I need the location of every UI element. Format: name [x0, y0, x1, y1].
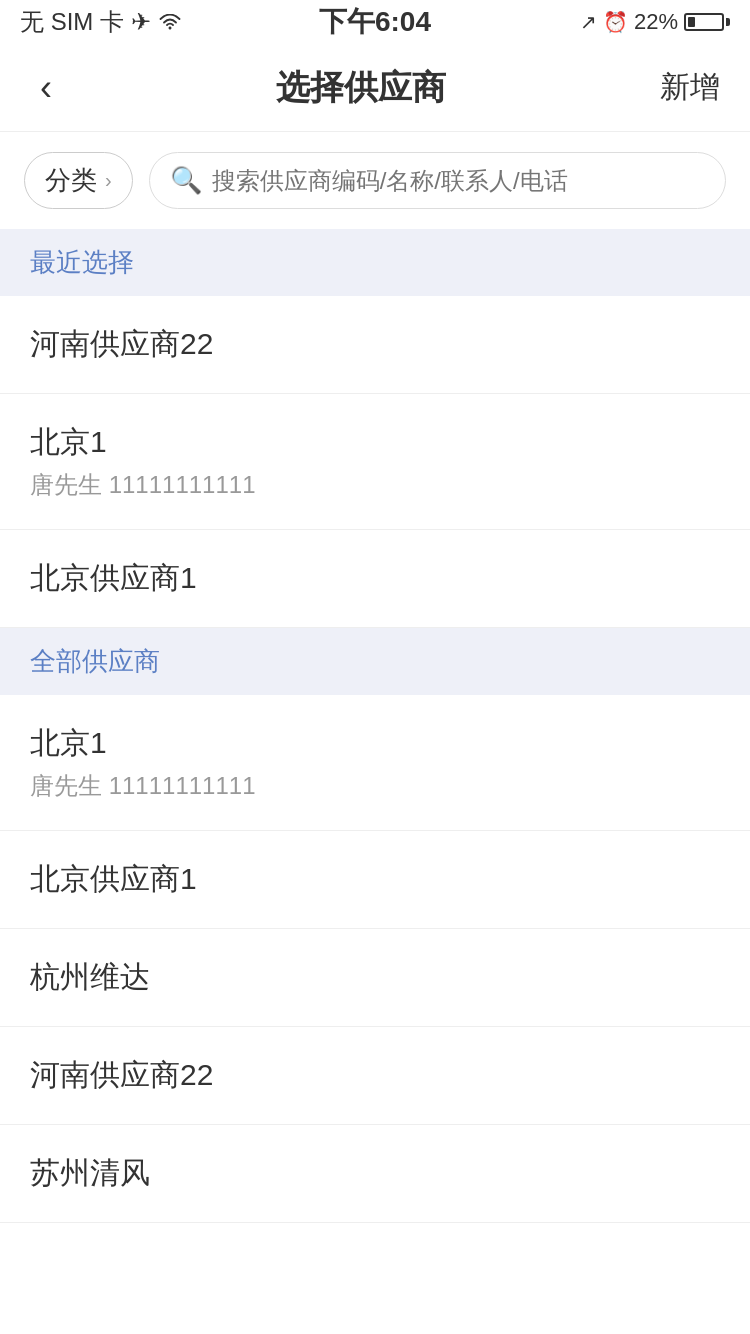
section-header-recent: 最近选择 [0, 229, 750, 296]
list-item[interactable]: 北京1 唐先生 11111111111 [0, 695, 750, 831]
filter-bar: 分类 › 🔍 [0, 132, 750, 229]
nav-bar: ‹ 选择供应商 新增 [0, 44, 750, 132]
search-input[interactable] [212, 167, 705, 195]
category-button[interactable]: 分类 › [24, 152, 133, 209]
supplier-name: 杭州维达 [30, 957, 720, 998]
list-item[interactable]: 北京1 唐先生 11111111111 [0, 394, 750, 530]
supplier-name: 北京供应商1 [30, 859, 720, 900]
page-title: 选择供应商 [276, 65, 446, 111]
list-item[interactable]: 苏州清风 [0, 1125, 750, 1223]
location-icon: ↗ [580, 10, 597, 34]
list-item[interactable]: 河南供应商22 [0, 1027, 750, 1125]
supplier-name: 北京1 [30, 723, 720, 764]
alarm-icon: ⏰ [603, 10, 628, 34]
status-time: 下午6:04 [319, 3, 431, 41]
search-box[interactable]: 🔍 [149, 152, 726, 209]
supplier-contact: 唐先生 11111111111 [30, 770, 720, 802]
list-item[interactable]: 北京供应商1 [0, 831, 750, 929]
status-right: ↗ ⏰ 22% [580, 9, 730, 35]
wifi-icon [159, 8, 181, 36]
supplier-name: 北京1 [30, 422, 720, 463]
add-button[interactable]: 新增 [660, 67, 720, 108]
no-sim-label: 无 SIM 卡 ✈ [20, 6, 151, 38]
list-item[interactable]: 杭州维达 [0, 929, 750, 1027]
category-label: 分类 [45, 163, 97, 198]
supplier-name: 北京供应商1 [30, 558, 720, 599]
status-left: 无 SIM 卡 ✈ [20, 6, 181, 38]
supplier-name: 苏州清风 [30, 1153, 720, 1194]
back-button[interactable]: ‹ [30, 57, 62, 119]
supplier-name: 河南供应商22 [30, 1055, 720, 1096]
battery-icon [684, 13, 730, 31]
chevron-right-icon: › [105, 169, 112, 192]
list-item[interactable]: 河南供应商22 [0, 296, 750, 394]
list-item[interactable]: 北京供应商1 [0, 530, 750, 628]
battery-pct: 22% [634, 9, 678, 35]
status-bar: 无 SIM 卡 ✈ 下午6:04 ↗ ⏰ 22% [0, 0, 750, 44]
supplier-contact: 唐先生 11111111111 [30, 469, 720, 501]
supplier-name: 河南供应商22 [30, 324, 720, 365]
search-icon: 🔍 [170, 165, 202, 196]
section-header-all: 全部供应商 [0, 628, 750, 695]
supplier-list: 最近选择河南供应商22 北京1 唐先生 11111111111 北京供应商1 全部供应商… [0, 229, 750, 1223]
